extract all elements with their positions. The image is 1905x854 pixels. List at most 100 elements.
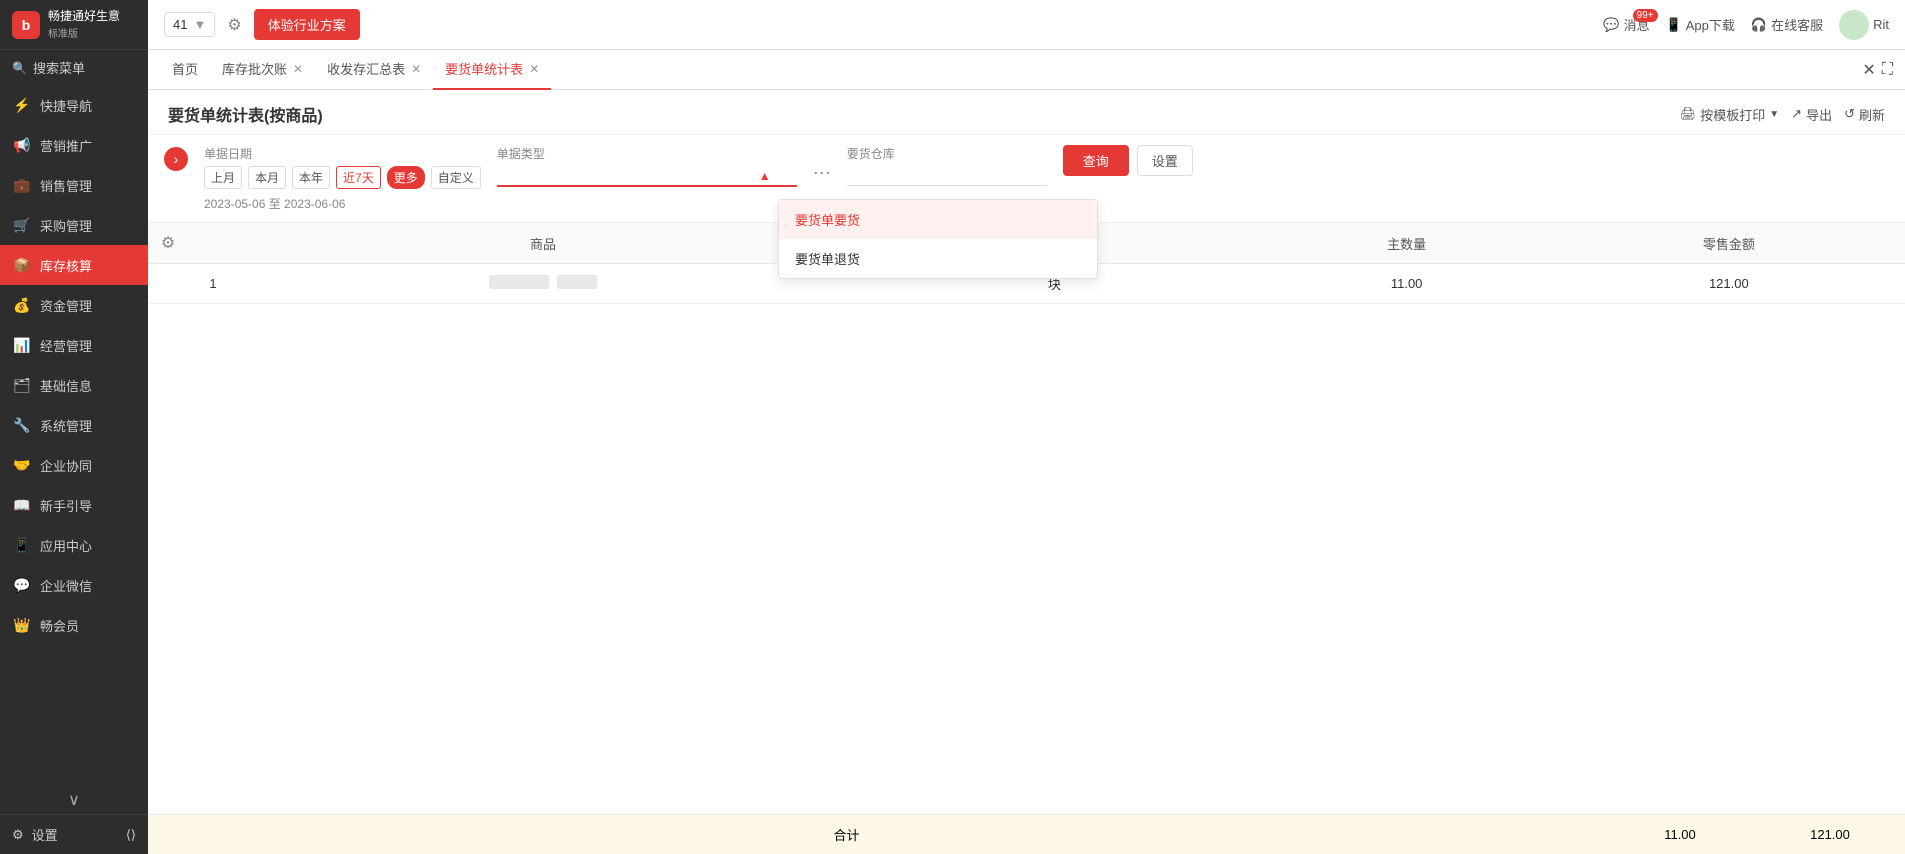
sidebar-item-enterprise[interactable]: 🤝 企业协同 — [0, 445, 148, 485]
setting-button[interactable]: 设置 — [1137, 145, 1193, 176]
filter-bar: › 单据日期 上月 本月 本年 近7天 更多 自定义 2023-05-06 至 … — [148, 135, 1905, 223]
footer-quantity: 11.00 — [1605, 827, 1755, 842]
table-header-product: 商品 — [238, 223, 848, 264]
print-button[interactable]: 🖨 按模板打印 ▼ — [1680, 105, 1779, 124]
table-settings-icon[interactable]: ⚙ — [161, 235, 175, 252]
table-header-rownum — [188, 223, 238, 264]
filter-prev-month[interactable]: 上月 — [204, 166, 242, 189]
sidebar-settings[interactable]: ⚙ 设置 ⟨⟩ — [0, 814, 148, 854]
search-icon: 🔍 — [12, 61, 27, 75]
table-header-amount: 零售金额 — [1553, 223, 1905, 264]
app-icon: 📱 — [1666, 17, 1682, 33]
type-dropdown: 要货单要货 要货单退货 — [778, 199, 1098, 279]
trial-industry-button[interactable]: 体验行业方案 — [254, 9, 360, 40]
sidebar-item-sales[interactable]: 💼 销售管理 — [0, 165, 148, 205]
tab-close-receive-summary[interactable]: ✕ — [411, 62, 421, 76]
filter-warehouse-input[interactable] — [847, 166, 1027, 185]
filter-warehouse-label: 要货仓库 — [847, 145, 1047, 162]
filter-dots-btn[interactable]: ⋯ — [813, 163, 831, 184]
filter-type-input[interactable] — [497, 166, 757, 185]
sidebar-item-purchase[interactable]: 🛒 采购管理 — [0, 205, 148, 245]
tab-close-all-button[interactable]: ✕ — [1862, 60, 1875, 80]
message-badge: 99+ — [1633, 9, 1658, 22]
sidebar-item-guide[interactable]: 📖 新手引导 — [0, 485, 148, 525]
tab-home[interactable]: 首页 — [160, 50, 210, 90]
filter-warehouse-group: 要货仓库 — [847, 145, 1047, 186]
export-button[interactable]: ↗ 导出 — [1791, 105, 1832, 124]
header: 41 ▼ ⚙ 体验行业方案 💬 消息 99+ 📱 App下载 🎧 在线客服 — [148, 0, 1905, 50]
finance-icon: 💰 — [12, 295, 32, 315]
tab-order-summary[interactable]: 要货单统计表 ✕ — [433, 50, 551, 90]
filter-expand-button[interactable]: › — [164, 147, 188, 171]
sidebar-search[interactable]: 🔍 搜索菜单 — [0, 50, 148, 85]
sidebar-item-quick-nav[interactable]: ⚡ 快捷导航 — [0, 85, 148, 125]
tab-receive-summary[interactable]: 收发存汇总表 ✕ — [315, 50, 433, 90]
print-icon: 🖨 — [1680, 106, 1697, 122]
sidebar-item-marketing[interactable]: 📢 营销推广 — [0, 125, 148, 165]
dropdown-item-order-goods[interactable]: 要货单要货 — [779, 200, 1097, 239]
operations-icon: 📊 — [12, 335, 32, 355]
sidebar: b 畅捷通好生意 标准版 🔍 搜索菜单 ⚡ 快捷导航 📢 营销推广 💼 销售管理… — [0, 0, 148, 854]
filter-action-group: 查询 设置 — [1063, 145, 1193, 178]
page-header: 要货单统计表(按商品) 🖨 按模板打印 ▼ ↗ 导出 ↺ 刷新 — [148, 90, 1905, 135]
app-center-icon: 📱 — [12, 535, 32, 555]
purchase-icon: 🛒 — [12, 215, 32, 235]
sidebar-item-finance[interactable]: 💰 资金管理 — [0, 285, 148, 325]
query-button[interactable]: 查询 — [1063, 145, 1129, 176]
user-avatar-area[interactable]: Rit — [1839, 10, 1889, 40]
sidebar-item-system[interactable]: 🔧 系统管理 — [0, 405, 148, 445]
sidebar-item-app-center[interactable]: 📱 应用中心 — [0, 525, 148, 565]
message-button[interactable]: 💬 消息 99+ — [1603, 15, 1649, 34]
filter-type-dropdown-icon[interactable]: ▲ — [757, 167, 773, 185]
main-area: 41 ▼ ⚙ 体验行业方案 💬 消息 99+ 📱 App下载 🎧 在线客服 — [148, 0, 1905, 854]
tab-close-inventory-batch[interactable]: ✕ — [293, 62, 303, 76]
filter-type-input-wrapper[interactable]: ▲ — [497, 166, 797, 187]
sidebar-item-wechat-biz[interactable]: 💬 企业微信 — [0, 565, 148, 605]
header-right: 💬 消息 99+ 📱 App下载 🎧 在线客服 Rit — [1603, 10, 1889, 40]
filter-date-range: 2023-05-06 至 2023-06-06 — [204, 195, 481, 212]
more-options-icon[interactable]: ⋯ — [813, 163, 831, 184]
app-download-button[interactable]: 📱 App下载 — [1666, 15, 1735, 34]
sales-icon: 💼 — [12, 175, 32, 195]
user-avatar — [1839, 10, 1869, 40]
sidebar-scroll-down[interactable]: ∨ — [0, 786, 148, 814]
dropdown-item-order-return[interactable]: 要货单退货 — [779, 239, 1097, 278]
filter-custom-date[interactable]: 自定义 — [431, 166, 481, 189]
store-selector[interactable]: 41 ▼ — [164, 12, 215, 37]
gear-icon[interactable]: ⚙ — [227, 15, 241, 35]
app-logo-text: 畅捷通好生意 标准版 — [48, 9, 120, 40]
page-actions: 🖨 按模板打印 ▼ ↗ 导出 ↺ 刷新 — [1680, 105, 1885, 124]
page: 要货单统计表(按商品) 🖨 按模板打印 ▼ ↗ 导出 ↺ 刷新 — [148, 90, 1905, 814]
online-service-button[interactable]: 🎧 在线客服 — [1751, 15, 1823, 34]
table-cell-settings — [148, 264, 188, 304]
enterprise-icon: 🤝 — [12, 455, 32, 475]
sidebar-nav: ⚡ 快捷导航 📢 营销推广 💼 销售管理 🛒 采购管理 📦 库存核算 💰 资金管… — [0, 85, 148, 786]
filter-warehouse-input-wrapper[interactable] — [847, 166, 1047, 186]
tab-close-order-summary[interactable]: ✕ — [529, 62, 539, 76]
filter-this-year[interactable]: 本年 — [292, 166, 330, 189]
filter-more-dates[interactable]: 更多 — [387, 166, 425, 189]
tab-inventory-batch[interactable]: 库存批次账 ✕ — [210, 50, 315, 90]
filter-type-group: 单据类型 ▲ — [497, 145, 797, 187]
product-placeholder-1 — [489, 275, 549, 289]
filter-date-label: 单据日期 — [204, 145, 481, 162]
refresh-button[interactable]: ↺ 刷新 — [1844, 105, 1885, 124]
print-dropdown-icon: ▼ — [1769, 109, 1779, 120]
filter-type-label: 单据类型 — [497, 145, 797, 162]
sidebar-collapse-icon[interactable]: ⟨⟩ — [126, 827, 136, 843]
table-cell-amount: 121.00 — [1553, 264, 1905, 304]
sidebar-item-inventory[interactable]: 📦 库存核算 — [0, 245, 148, 285]
system-icon: 🔧 — [12, 415, 32, 435]
tab-expand-button[interactable]: ⛶ — [1882, 61, 1893, 79]
filter-this-month[interactable]: 本月 — [248, 166, 286, 189]
table-cell-product — [238, 264, 848, 304]
sidebar-item-basic-info[interactable]: 🗂 基础信息 — [0, 365, 148, 405]
store-number: 41 — [173, 17, 187, 32]
quick-nav-icon: ⚡ — [12, 95, 32, 115]
refresh-icon: ↺ — [1844, 106, 1855, 122]
sidebar-item-operations[interactable]: 📊 经营管理 — [0, 325, 148, 365]
sidebar-item-member[interactable]: 👑 畅会员 — [0, 605, 148, 645]
table-footer: 合计 11.00 121.00 — [148, 814, 1905, 854]
product-placeholder-2 — [557, 275, 597, 289]
filter-last-7days[interactable]: 近7天 — [336, 166, 381, 189]
